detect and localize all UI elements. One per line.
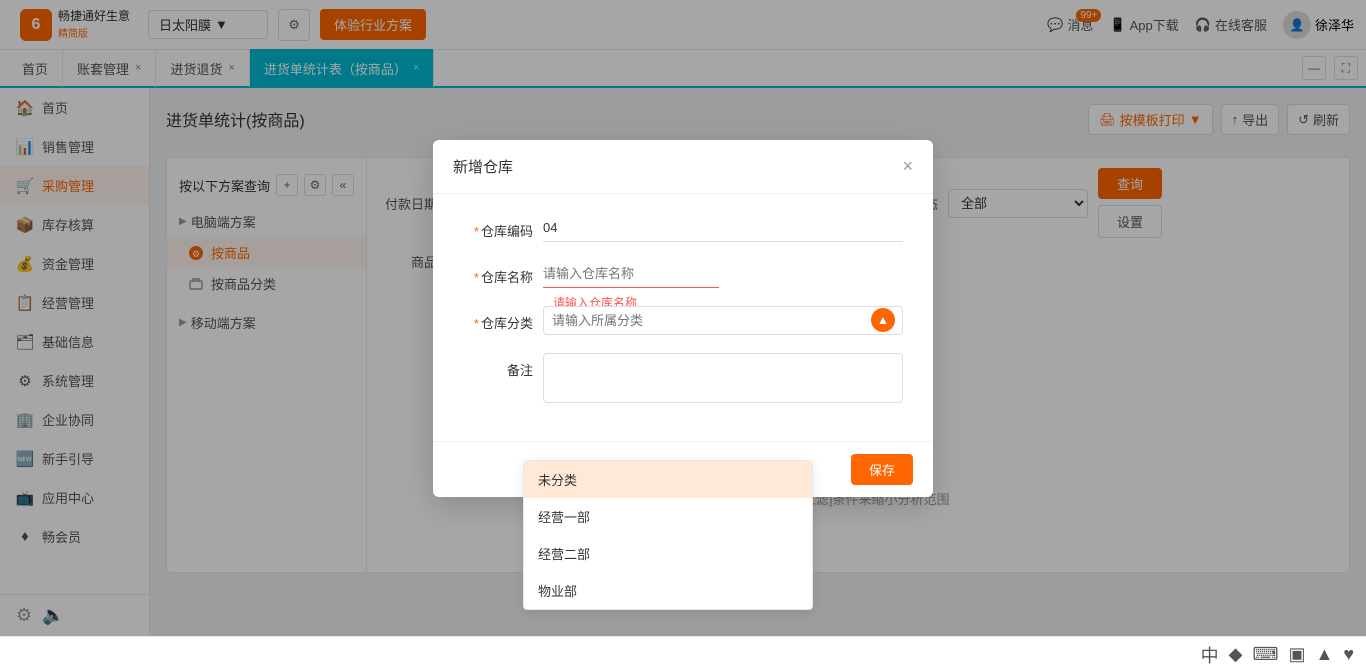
bottom-icon-keyboard[interactable]: ⌨ (1252, 644, 1278, 665)
category-input-wrap: ▲ (543, 306, 903, 335)
dropdown-item-dept1[interactable]: 经营一部 (524, 498, 812, 535)
name-field-row: 仓库名称 请输入仓库名称 (463, 260, 903, 288)
category-field-row: 仓库分类 ▲ (463, 306, 903, 335)
category-label: 仓库分类 (463, 306, 543, 332)
bottom-bar: 中 ◆ ⌨ ▣ ▲ ♥ (0, 636, 1366, 672)
category-toggle-button[interactable]: ▲ (871, 308, 895, 332)
name-input[interactable] (543, 260, 719, 288)
note-label: 备注 (463, 353, 543, 379)
modal-close-button[interactable]: × (902, 157, 913, 175)
modal-title: 新增仓库 (453, 156, 513, 177)
bottom-icon-diamond[interactable]: ◆ (1229, 644, 1243, 665)
code-label: 仓库编码 (463, 214, 543, 240)
dropdown-item-dept3[interactable]: 物业部 (524, 572, 812, 609)
category-dropdown: 未分类 经营一部 经营二部 物业部 (523, 460, 813, 610)
modal-new-warehouse: 新增仓库 × 仓库编码 仓库名称 请输入仓库名称 仓库分类 (433, 140, 933, 497)
name-label: 仓库名称 (463, 260, 543, 286)
modal-overlay[interactable]: 新增仓库 × 仓库编码 仓库名称 请输入仓库名称 仓库分类 (0, 0, 1366, 636)
note-input[interactable] (543, 353, 903, 403)
bottom-icon-screen[interactable]: ▣ (1288, 644, 1305, 665)
dropdown-item-dept2[interactable]: 经营二部 (524, 535, 812, 572)
bottom-icon-arrow[interactable]: ▲ (1315, 644, 1333, 665)
category-input[interactable] (543, 306, 903, 335)
dropdown-item-uncategorized[interactable]: 未分类 (524, 461, 812, 498)
code-field-row: 仓库编码 (463, 214, 903, 242)
modal-body: 仓库编码 仓库名称 请输入仓库名称 仓库分类 ▲ (433, 194, 933, 441)
modal-header: 新增仓库 × (433, 140, 933, 194)
save-button[interactable]: 保存 (851, 454, 913, 485)
note-field-row: 备注 (463, 353, 903, 403)
bottom-icon-cn[interactable]: 中 (1201, 642, 1219, 668)
bottom-icon-heart[interactable]: ♥ (1343, 644, 1354, 665)
code-input[interactable] (543, 214, 903, 242)
